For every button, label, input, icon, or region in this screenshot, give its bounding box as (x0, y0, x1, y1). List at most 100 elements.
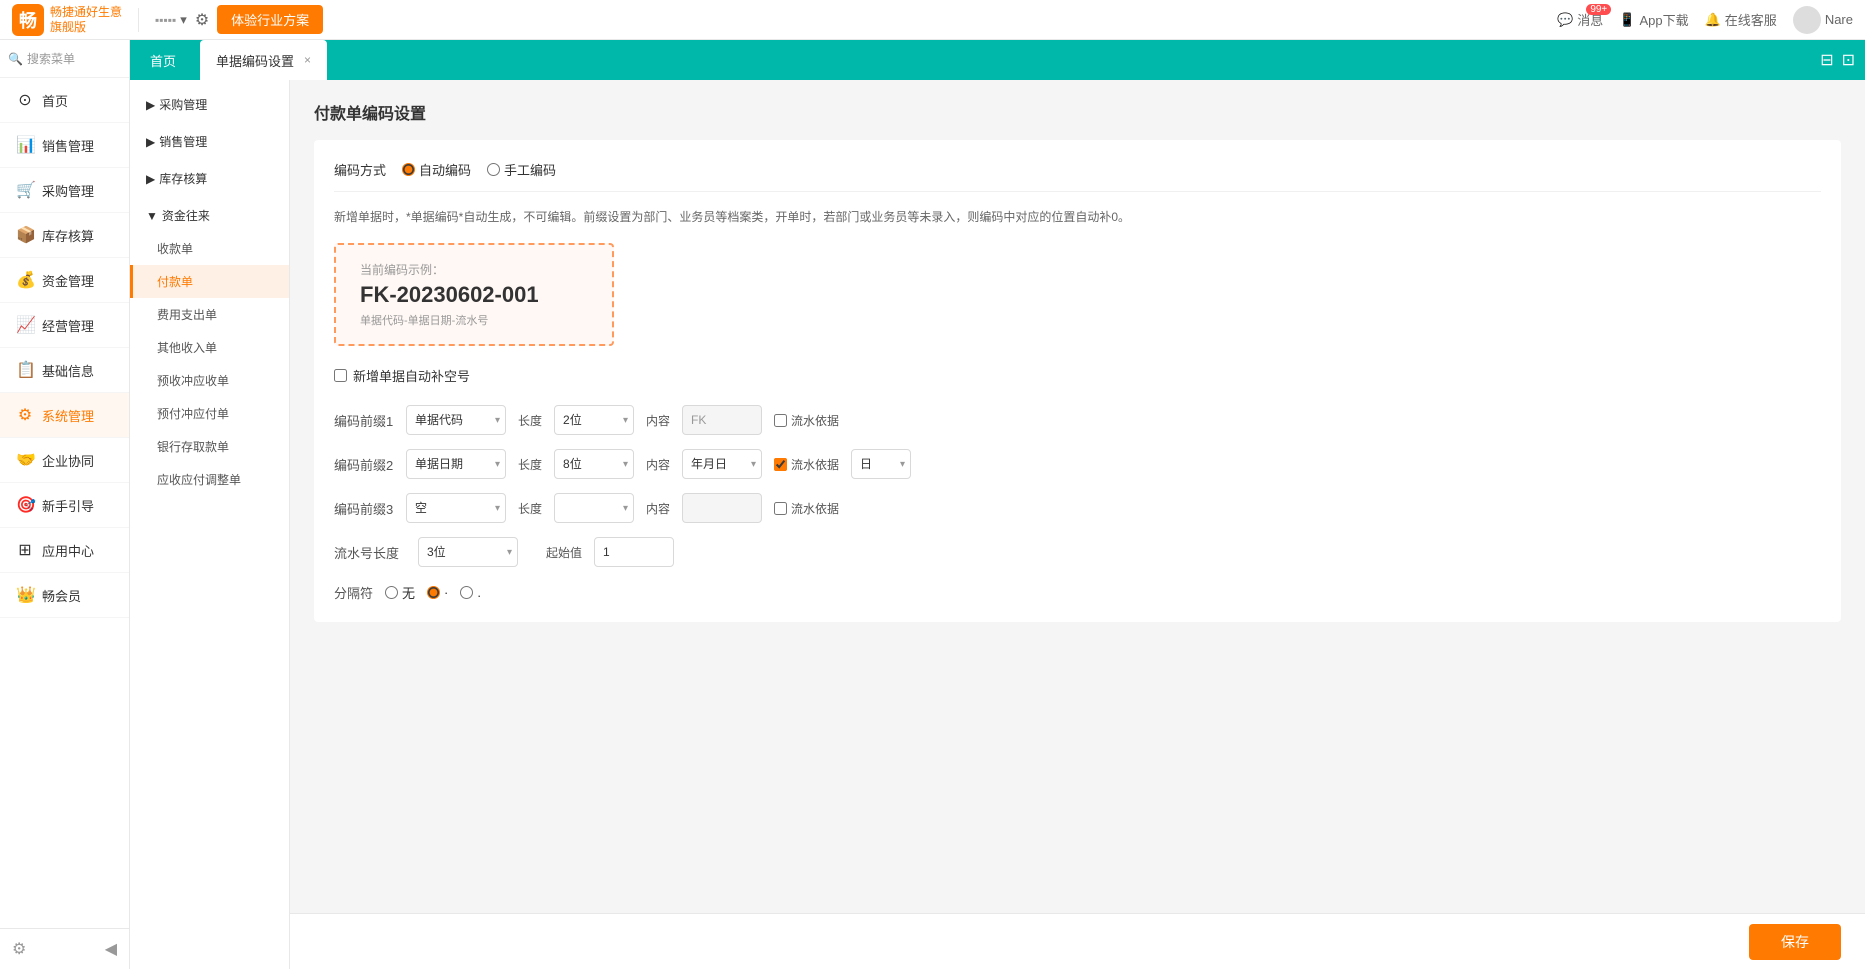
submenu-item-yinhang[interactable]: 银行存取款单 (130, 430, 289, 463)
serial-length-label: 流水号长度 (334, 543, 406, 562)
submenu-item-yufufu[interactable]: 预付冲应付单 (130, 397, 289, 430)
user-name: Nare (1825, 12, 1853, 27)
manual-encode-label: 手工编码 (504, 160, 556, 179)
form-row-serial: 流水号长度 3位 ▾ 起始值 (334, 537, 1821, 567)
form-row-prefix1: 编码前缀1 单据代码 ▾ 长度 2位 (334, 405, 1821, 435)
prefix3-select-wrapper: 空 ▾ (406, 493, 506, 523)
submenu-group-sales-title[interactable]: ▶ 销售管理 (130, 125, 289, 158)
sidebar-item-enterprise[interactable]: 🤝 企业协同 (0, 438, 129, 483)
settings-icon[interactable]: ⚙ (195, 10, 209, 30)
top-bar: 畅 畅捷通好生意 旗舰版 ▪▪▪▪▪ ▾ ⚙ 体验行业方案 💬 消息 99+ 📱… (0, 0, 1865, 40)
auto-encode-radio[interactable]: 自动编码 (402, 160, 471, 179)
tab-bar-minimize-icon[interactable]: ⊟ (1820, 50, 1833, 70)
tab-bar-maximize-icon[interactable]: ⊡ (1842, 50, 1855, 70)
sidebar-item-finance[interactable]: 💰 资金管理 (0, 258, 129, 303)
top-bar-right: 💬 消息 99+ 📱 App下载 🔔 在线客服 Nare (1557, 6, 1853, 34)
finance-icon: 💰 (16, 270, 34, 290)
inventory-icon: 📦 (16, 225, 34, 245)
tab-active[interactable]: 单据编码设置 × (200, 40, 327, 80)
serial2-check-input[interactable] (774, 458, 787, 471)
sep-none-input[interactable] (385, 586, 398, 599)
content1-input (682, 405, 762, 435)
tab-bar-right: ⊟ ⊡ (1820, 50, 1855, 70)
sidebar-item-sales[interactable]: 📊 销售管理 (0, 123, 129, 168)
start-val-input[interactable] (594, 537, 674, 567)
message-icon: 💬 (1557, 12, 1573, 28)
manual-encode-radio[interactable]: 手工编码 (487, 160, 556, 179)
app-download-button[interactable]: 📱 App下载 (1619, 10, 1688, 29)
basic-icon: 📋 (16, 360, 34, 380)
submenu-group-purchase: ▶ 采购管理 (130, 88, 289, 121)
submenu-item-shoukuan[interactable]: 收款单 (130, 232, 289, 265)
tab-close-icon[interactable]: × (304, 53, 311, 67)
industry-solution-button[interactable]: 体验行业方案 (217, 5, 323, 34)
auto-encode-input[interactable] (402, 163, 415, 176)
sidebar-item-appcenter[interactable]: ⊞ 应用中心 (0, 528, 129, 573)
serial-length-select[interactable]: 3位 (418, 537, 518, 567)
sidebar-item-newbie[interactable]: 🎯 新手引导 (0, 483, 129, 528)
submenu-item-yingshoufutiao[interactable]: 应收应付调整单 (130, 463, 289, 496)
length1-select[interactable]: 2位 (554, 405, 634, 435)
submenu-item-feiyong[interactable]: 费用支出单 (130, 298, 289, 331)
submenu-item-fukuan[interactable]: 付款单 (130, 265, 289, 298)
length1-select-wrapper: 2位 ▾ (554, 405, 634, 435)
company-selector[interactable]: ▪▪▪▪▪ ▾ (155, 12, 187, 28)
sidebar-item-basic[interactable]: 📋 基础信息 (0, 348, 129, 393)
sep-none-radio[interactable]: 无 (385, 583, 415, 602)
prefix2-select[interactable]: 单据日期 (406, 449, 506, 479)
serial3-check-input[interactable] (774, 502, 787, 515)
serial3-checkbox[interactable]: 流水依据 (774, 500, 839, 517)
search-menu-button[interactable]: 🔍 搜索菜单 (0, 40, 129, 78)
message-badge: 99+ (1586, 4, 1611, 15)
separator-row: 分隔符 无 · . (334, 583, 1821, 602)
sidebar-collapse-icon[interactable]: ◀ (105, 939, 117, 959)
sep-dot-radio[interactable]: . (460, 585, 481, 600)
sidebar-item-home[interactable]: ⊙ 首页 (0, 78, 129, 123)
length2-select[interactable]: 8位 (554, 449, 634, 479)
company-name: ▪▪▪▪▪ (155, 13, 176, 27)
sidebar-item-purchase[interactable]: 🛒 采购管理 (0, 168, 129, 213)
form-rows: 编码前缀1 单据代码 ▾ 长度 2位 (334, 405, 1821, 567)
sidebar-item-label: 系统管理 (42, 406, 94, 425)
chevron-down-icon: ▾ (180, 12, 187, 28)
sep-dash-label: · (444, 585, 448, 600)
sep-dash-radio[interactable]: · (427, 585, 448, 600)
content2-select[interactable]: 年月日 (682, 449, 762, 479)
serial3-check-label: 流水依据 (791, 500, 839, 517)
sidebar-item-member[interactable]: 👑 畅会员 (0, 573, 129, 618)
message-button[interactable]: 💬 消息 99+ (1557, 10, 1603, 29)
hint-text: 新增单据时，*单据编码*自动生成，不可编辑。前缀设置为部门、业务员等档案类，开单… (334, 208, 1821, 227)
serial1-checkbox[interactable]: 流水依据 (774, 412, 839, 429)
search-icon: 🔍 (8, 52, 23, 66)
prefix3-select[interactable]: 空 (406, 493, 506, 523)
manual-encode-input[interactable] (487, 163, 500, 176)
sep-dot-input[interactable] (460, 586, 473, 599)
sidebar-item-system[interactable]: ⚙ 系统管理 (0, 393, 129, 438)
submenu-group-finance: ▼ 资金往来 收款单 付款单 费用支出单 其他收入单 预收冲应收单 预付冲应付单… (130, 199, 289, 496)
operation-icon: 📈 (16, 315, 34, 335)
length3-select[interactable] (554, 493, 634, 523)
submenu-group-finance-title[interactable]: ▼ 资金往来 (130, 199, 289, 232)
sidebar-bottom: ⚙ ◀ (0, 928, 129, 969)
sidebar-item-inventory[interactable]: 📦 库存核算 (0, 213, 129, 258)
serial1-check-input[interactable] (774, 414, 787, 427)
auto-fill-checkbox[interactable] (334, 369, 347, 382)
prefix1-select[interactable]: 单据代码 (406, 405, 506, 435)
submenu-group-purchase-title[interactable]: ▶ 采购管理 (130, 88, 289, 121)
tab-home[interactable]: 首页 (130, 40, 196, 80)
user-menu[interactable]: Nare (1793, 6, 1853, 34)
search-menu-label: 搜索菜单 (27, 50, 75, 67)
save-button[interactable]: 保存 (1749, 924, 1841, 960)
sidebar-item-operation[interactable]: 📈 经营管理 (0, 303, 129, 348)
auto-fill-row: 新增单据自动补空号 (334, 366, 1821, 385)
serial2-unit-select[interactable]: 日 (851, 449, 911, 479)
prefix3-label: 编码前缀3 (334, 499, 394, 518)
online-service-button[interactable]: 🔔 在线客服 (1705, 10, 1777, 29)
sidebar-settings-icon[interactable]: ⚙ (12, 939, 26, 959)
sep-dash-input[interactable] (427, 586, 440, 599)
serial2-checkbox[interactable]: 流水依据 (774, 456, 839, 473)
serial-length-select-wrapper: 3位 ▾ (418, 537, 518, 567)
submenu-item-yufushoukuan[interactable]: 预收冲应收单 (130, 364, 289, 397)
submenu-group-inventory-title[interactable]: ▶ 库存核算 (130, 162, 289, 195)
submenu-item-qita[interactable]: 其他收入单 (130, 331, 289, 364)
